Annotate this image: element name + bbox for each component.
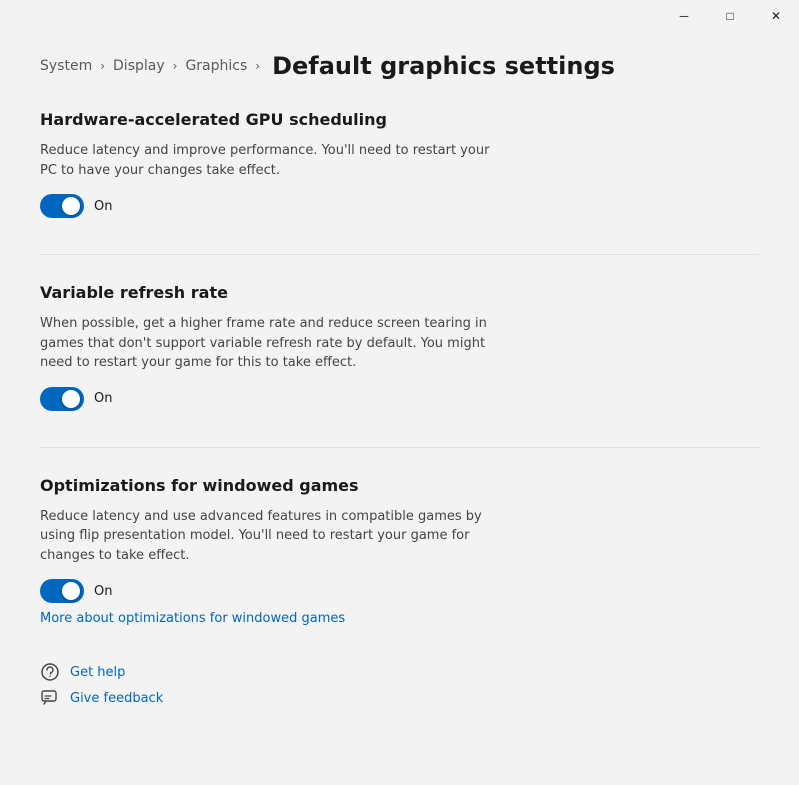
toggle-thumb — [62, 582, 80, 600]
title-bar: ─ □ ✕ — [0, 0, 799, 32]
breadcrumb-sep-3: › — [255, 59, 260, 73]
variable-refresh-toggle-row: On — [40, 387, 759, 411]
windowed-games-desc: Reduce latency and use advanced features… — [40, 507, 500, 566]
variable-refresh-title: Variable refresh rate — [40, 283, 759, 302]
windowed-games-toggle-row: On — [40, 579, 759, 603]
windowed-games-link[interactable]: More about optimizations for windowed ga… — [40, 611, 345, 626]
maximize-button[interactable]: □ — [707, 0, 753, 32]
section-windowed-games: Optimizations for windowed games Reduce … — [40, 447, 759, 627]
breadcrumb-display[interactable]: Display — [113, 58, 165, 74]
windowed-games-title: Optimizations for windowed games — [40, 476, 759, 495]
page-title: Default graphics settings — [272, 52, 615, 80]
main-content: System › Display › Graphics › Default gr… — [0, 32, 799, 785]
windowed-games-toggle-label: On — [94, 584, 112, 599]
feedback-icon — [40, 688, 60, 708]
toggle-thumb — [62, 197, 80, 215]
variable-refresh-toggle[interactable] — [40, 387, 84, 411]
variable-refresh-toggle-label: On — [94, 391, 112, 406]
footer-links: Get help Give feedback — [40, 662, 759, 708]
toggle-thumb — [62, 390, 80, 408]
gpu-scheduling-title: Hardware-accelerated GPU scheduling — [40, 110, 759, 129]
breadcrumb-sep-1: › — [100, 59, 105, 73]
gpu-scheduling-toggle-label: On — [94, 199, 112, 214]
breadcrumb-graphics[interactable]: Graphics — [185, 58, 247, 74]
variable-refresh-desc: When possible, get a higher frame rate a… — [40, 314, 500, 373]
close-button[interactable]: ✕ — [753, 0, 799, 32]
section-gpu-scheduling: Hardware-accelerated GPU scheduling Redu… — [40, 110, 759, 218]
get-help-row[interactable]: Get help — [40, 662, 759, 682]
breadcrumb: System › Display › Graphics › Default gr… — [40, 52, 759, 80]
gpu-scheduling-desc: Reduce latency and improve performance. … — [40, 141, 500, 180]
breadcrumb-system[interactable]: System — [40, 58, 92, 74]
windowed-games-toggle[interactable] — [40, 579, 84, 603]
section-variable-refresh: Variable refresh rate When possible, get… — [40, 254, 759, 411]
gpu-scheduling-toggle[interactable] — [40, 194, 84, 218]
help-icon — [40, 662, 60, 682]
get-help-link[interactable]: Get help — [70, 665, 125, 680]
minimize-button[interactable]: ─ — [661, 0, 707, 32]
give-feedback-link[interactable]: Give feedback — [70, 691, 163, 706]
breadcrumb-sep-2: › — [173, 59, 178, 73]
give-feedback-row[interactable]: Give feedback — [40, 688, 759, 708]
gpu-scheduling-toggle-row: On — [40, 194, 759, 218]
